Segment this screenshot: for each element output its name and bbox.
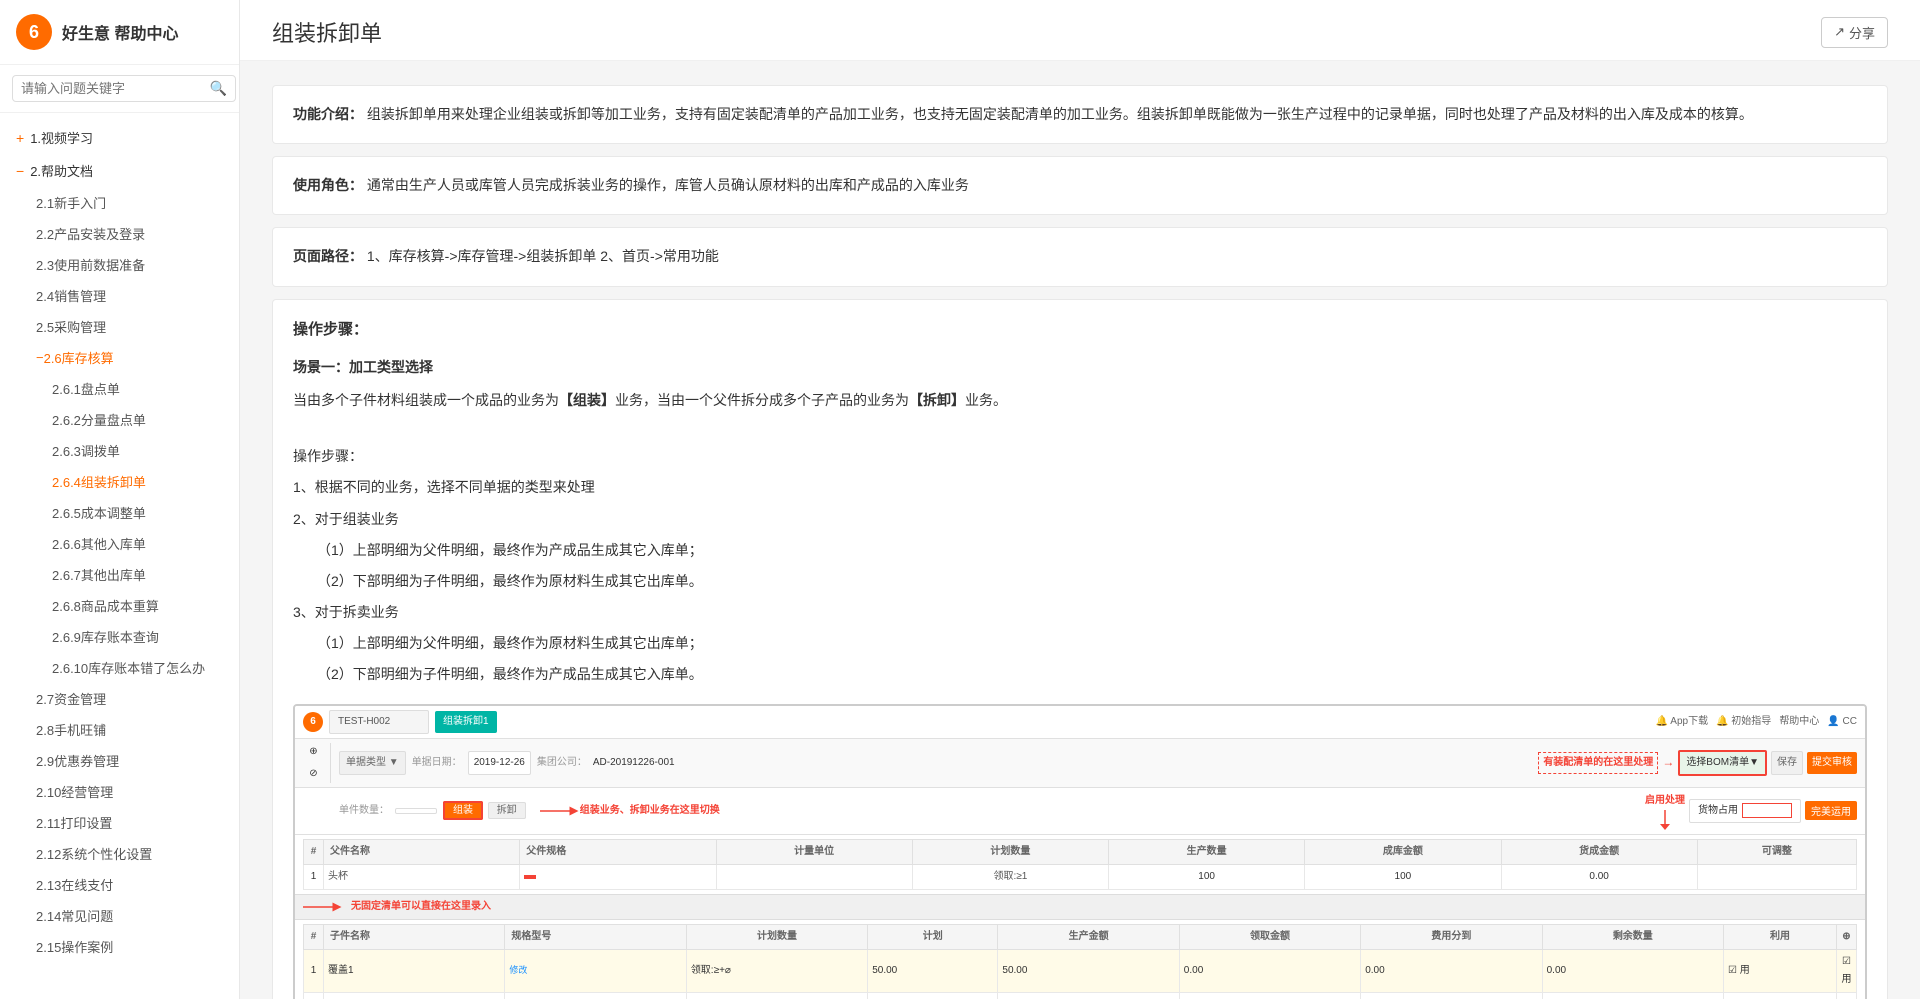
sidebar-item-assembly[interactable]: 2.6.4组装拆卸单 — [0, 466, 239, 497]
sidebar-item-faq[interactable]: 2.14常见问题 — [0, 900, 239, 931]
search-area: 🔍 — [0, 65, 239, 113]
sidebar-item-goods-cost[interactable]: 2.6.8商品成本重算 — [0, 590, 239, 621]
mock-annotation4: 无固定清单可以直接在这里录入 — [351, 898, 491, 916]
ops-title: 操作步骤： — [293, 316, 1867, 343]
mock-annotation1: 有装配清单的在这里处理 — [1538, 752, 1658, 774]
inventory-collapse-icon: − — [36, 350, 44, 365]
mock-type-select: 单据类型 ▼ — [339, 751, 406, 775]
mock-table-lower: # 子件名称 规格型号 计划数量 计划 生产金额 领取金额 费用分到 剩余数量 … — [295, 920, 1865, 999]
ops-card: 操作步骤： 场景一：加工类型选择 当由多个子件材料组装成一个成品的业务为【组装】… — [272, 299, 1888, 999]
step3-2: （2）下部明细为子件明细，最终作为产成品生成其它入库单。 — [293, 662, 1867, 687]
mock-switch-area: 单件数量： 组装 拆卸 组装业务、拆卸业务在这里切换 — [339, 802, 720, 820]
step2: 2、对于组装业务 — [293, 507, 1867, 532]
sidebar-item-custom[interactable]: 2.12系统个性化设置 — [0, 838, 239, 869]
mock-type-row: 单件数量： 组装 拆卸 组装业务、拆卸业务在这里切换 — [295, 788, 1865, 835]
mock-logo: 6 — [303, 712, 323, 732]
sidebar-item-inventory[interactable]: − 2.6库存核算 — [0, 342, 239, 373]
mock-left-icons: ⊕ ⊘ — [303, 743, 331, 783]
function-intro-text: 组装拆卸单用来处理企业组装或拆卸等加工业务，支持有固定装配清单的产品加工业务，也… — [367, 106, 1753, 122]
mock-annotation3-area: 启用处理 货物占用 完美运用 — [1645, 792, 1857, 830]
app-logo-icon: 6 — [16, 14, 52, 50]
sidebar: 6 好生意 帮助中心 🔍 + 1.视频学习 − 2.帮助文档 2.1新手入门 2… — [0, 0, 240, 999]
sidebar-item-video[interactable]: + 1.视频学习 — [0, 121, 239, 154]
table-row: 1 覆盖1 修改 领取:≥+⌀ 50.00 50.00 0.00 0.00 0.… — [304, 949, 1857, 992]
search-input[interactable] — [12, 75, 236, 102]
mock-order-no: AD-20191226-001 — [593, 754, 675, 772]
function-intro-card: 功能介绍： 组装拆卸单用来处理企业组装或拆卸等加工业务，支持有固定装配清单的产品… — [272, 85, 1888, 144]
mock-annotation3: 启用处理 — [1645, 792, 1685, 810]
sidebar-item-print[interactable]: 2.11打印设置 — [0, 807, 239, 838]
mock-confirm-btn: 完美运用 — [1805, 801, 1857, 820]
step1: 1、根据不同的业务，选择不同单据的类型来处理 — [293, 475, 1867, 500]
mock-annotation1-area: 有装配清单的在这里处理 → 选择BOM清单▼ 保存 提交审核 — [1538, 750, 1857, 776]
main-area: 组装拆卸单 ↗ 分享 功能介绍： 组装拆卸单用来处理企业组装或拆卸等加工业务，支… — [240, 0, 1920, 999]
sidebar-item-stock-query[interactable]: 2.6.9库存账本查询 — [0, 621, 239, 652]
sidebar-item-partial-check[interactable]: 2.6.2分量盘点单 — [0, 404, 239, 435]
path-text: 1、库存核算->库存管理->组装拆卸单 2、首页->常用功能 — [367, 248, 719, 264]
share-button[interactable]: ↗ 分享 — [1821, 17, 1888, 48]
step2-2: （2）下部明细为子件明细，最终作为原材料生成其它出库单。 — [293, 569, 1867, 594]
mock-form-header: 单据类型 ▼ 单据日期： 2019-12-26 集团公司： AD-2019122… — [339, 750, 1857, 776]
mock-annotation2-area: 组装业务、拆卸业务在这里切换 — [540, 802, 720, 820]
mock-upper-table: # 父件名称 父件规格 计量单位 计划数量 生产数量 成库金额 货成金额 可调整 — [303, 839, 1857, 890]
mock-tab-area: 组装拆卸1 — [435, 711, 497, 733]
sidebar-item-case[interactable]: 2.15操作案例 — [0, 931, 239, 962]
expand-icon: + — [16, 130, 24, 146]
mock-divider-annotation: 无固定清单可以直接在这里录入 — [295, 894, 1865, 920]
mock-table-upper: # 父件名称 父件规格 计量单位 计划数量 生产数量 成库金额 货成金额 可调整 — [295, 835, 1865, 894]
sidebar-item-docs[interactable]: − 2.帮助文档 — [0, 154, 239, 187]
sidebar-item-online-pay[interactable]: 2.13在线支付 — [0, 869, 239, 900]
mock-date: 2019-12-26 — [468, 751, 531, 775]
scene-desc: 当由多个子件材料组装成一个成品的业务为【组装】业务，当由一个父件拆分成多个子产品… — [293, 388, 1867, 413]
sidebar-item-new-user[interactable]: 2.1新手入门 — [0, 187, 239, 218]
mock-lower-table: # 子件名称 规格型号 计划数量 计划 生产金额 领取金额 费用分到 剩余数量 … — [303, 924, 1857, 999]
step3: 3、对于拆卖业务 — [293, 600, 1867, 625]
main-content: 功能介绍： 组装拆卸单用来处理企业组装或拆卸等加工业务，支持有固定装配清单的产品… — [240, 61, 1920, 999]
scene-title: 场景一：加工类型选择 — [293, 355, 1867, 380]
sidebar-item-stock-error[interactable]: 2.6.10库存账本错了怎么办 — [0, 652, 239, 683]
sidebar-item-coupon[interactable]: 2.9优惠券管理 — [0, 745, 239, 776]
sidebar-item-cost-adjust[interactable]: 2.6.5成本调整单 — [0, 497, 239, 528]
collapse-icon: − — [16, 163, 24, 179]
table-row: 2 覆盖2 领取:≥+⌀ 20.00 20.00 0.00 0.00 0.00 … — [304, 992, 1857, 999]
page-header: 组装拆卸单 ↗ 分享 — [240, 0, 1920, 61]
path-label: 页面路径： — [293, 248, 363, 264]
path-card: 页面路径： 1、库存核算->库存管理->组装拆卸单 2、首页->常用功能 — [272, 227, 1888, 286]
sidebar-item-sales[interactable]: 2.4销售管理 — [0, 280, 239, 311]
mock-type-switch: 组装 拆卸 — [443, 802, 526, 820]
page-title: 组装拆卸单 — [272, 16, 382, 48]
app-name: 好生意 帮助中心 — [62, 20, 178, 44]
role-card: 使用角色： 通常由生产人员或库管人员完成拆装业务的操作，库管人员确认原材料的出库… — [272, 156, 1888, 215]
table-row: 1 头杯 领取:≥1 100 100 0.00 — [304, 864, 1857, 889]
sidebar-item-install[interactable]: 2.2产品安装及登录 — [0, 218, 239, 249]
sidebar-nav: + 1.视频学习 − 2.帮助文档 2.1新手入门 2.2产品安装及登录 2.3… — [0, 113, 239, 999]
sidebar-item-other-out[interactable]: 2.6.7其他出库单 — [0, 559, 239, 590]
mock-url-bar: TEST-H002 — [329, 710, 429, 734]
role-label: 使用角色： — [293, 177, 363, 193]
mock-annotation2: 组装业务、拆卸业务在这里切换 — [580, 802, 720, 820]
sidebar-item-finance[interactable]: 2.7资金管理 — [0, 683, 239, 714]
sidebar-item-purchase[interactable]: 2.5采购管理 — [0, 311, 239, 342]
function-intro-label: 功能介绍： — [293, 106, 363, 122]
sidebar-item-data-prep[interactable]: 2.3使用前数据准备 — [0, 249, 239, 280]
steps-title: 操作步骤： — [293, 444, 1867, 469]
sidebar-item-other-in[interactable]: 2.6.6其他入库单 — [0, 528, 239, 559]
mock-toolbar: ⊕ ⊘ 单据类型 ▼ 单据日期： 2019-12-26 集团公司： AD-201… — [295, 739, 1865, 788]
role-text: 通常由生产人员或库管人员完成拆装业务的操作，库管人员确认原材料的出库和产成品的入… — [367, 177, 969, 193]
step3-1: （1）上部明细为父件明细，最终作为原材料生成其它出库单； — [293, 631, 1867, 656]
mock-top-right-icons: 🔔 App下载 🔔 初始指导 帮助中心 👤 CC — [1656, 713, 1857, 731]
sidebar-item-ops[interactable]: 2.10经营管理 — [0, 776, 239, 807]
screenshot-image: 6 TEST-H002 组装拆卸1 🔔 App下载 🔔 初始指导 帮助中心 👤 … — [293, 704, 1867, 999]
mock-tab-active: 组装拆卸1 — [435, 711, 497, 733]
sidebar-item-inventory-check[interactable]: 2.6.1盘点单 — [0, 373, 239, 404]
share-icon: ↗ — [1834, 24, 1845, 40]
mock-bom-btn: 选择BOM清单▼ — [1678, 750, 1767, 776]
sidebar-item-mobile[interactable]: 2.8手机旺铺 — [0, 714, 239, 745]
sidebar-item-move[interactable]: 2.6.3调拨单 — [0, 435, 239, 466]
search-icon[interactable]: 🔍 — [210, 80, 227, 97]
step2-1: （1）上部明细为父件明细，最终作为产成品生成其它入库单； — [293, 538, 1867, 563]
logo-area: 6 好生意 帮助中心 — [0, 0, 239, 65]
